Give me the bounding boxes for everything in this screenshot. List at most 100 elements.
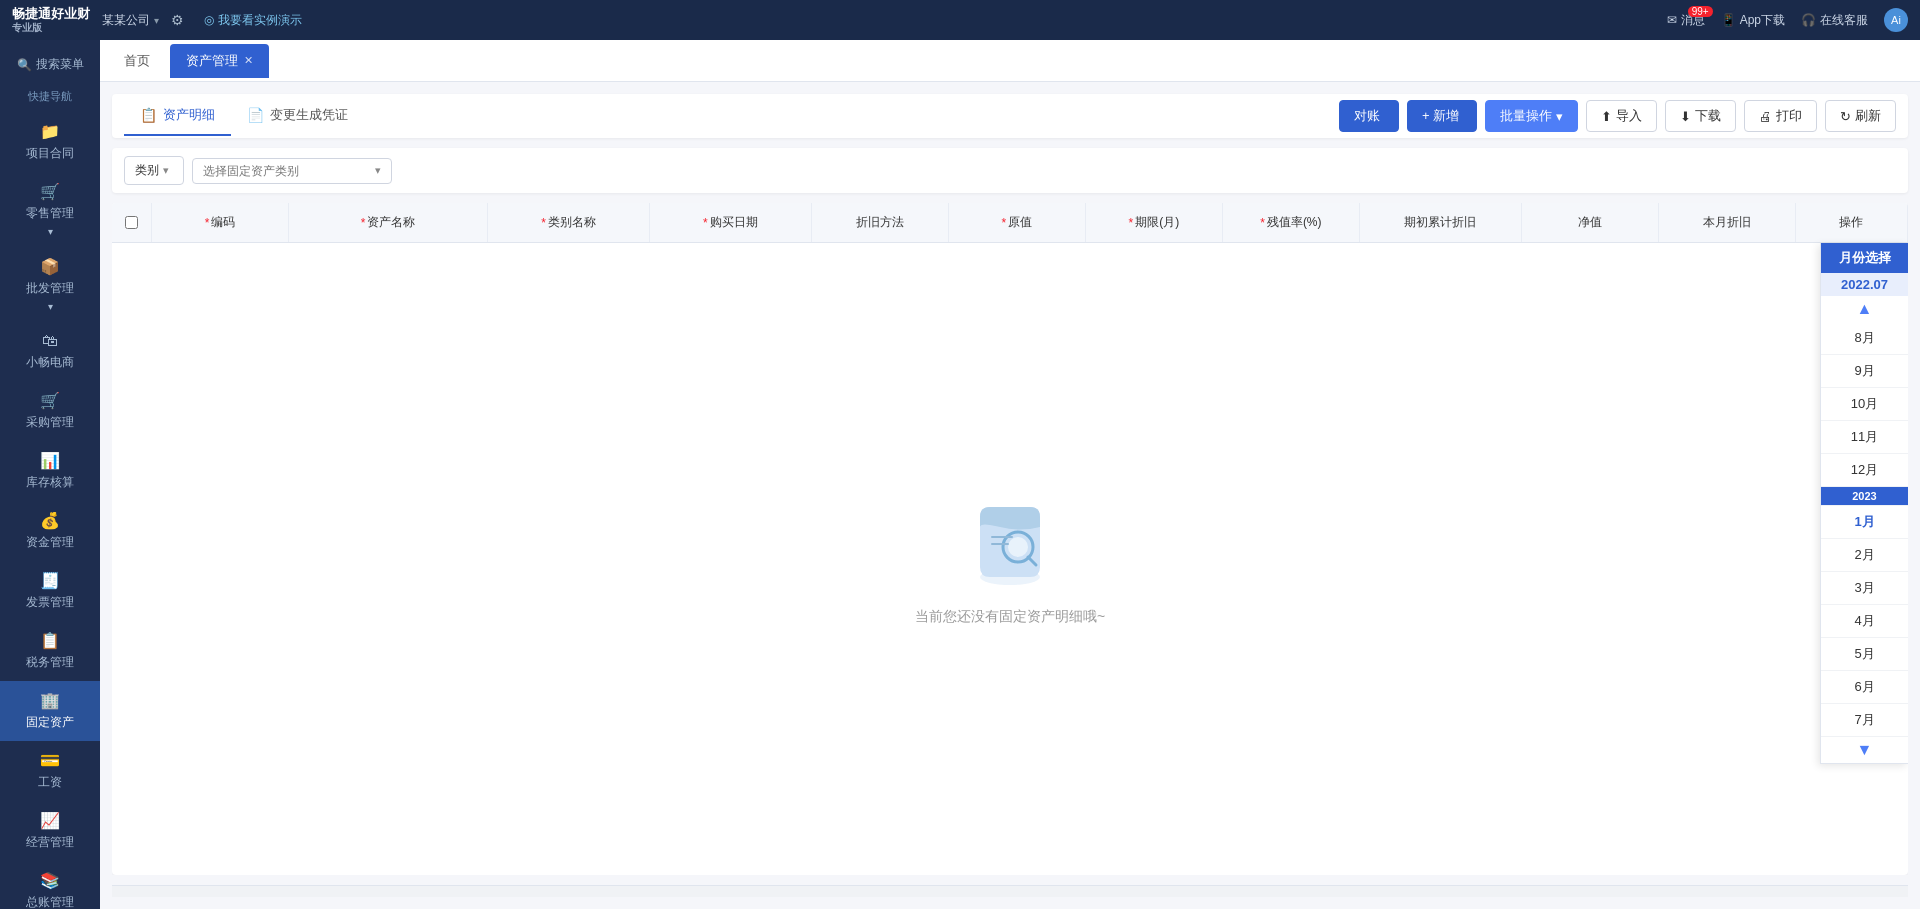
sidebar-item-inventory[interactable]: 📊 库存核算 [0,441,100,501]
inventory-icon: 📊 [40,451,60,470]
print-icon: 🖨 [1759,109,1772,124]
filter-bar: 类别 ▾ ▾ [112,148,1908,193]
sidebar-item-assets[interactable]: 🏢 固定资产 [0,681,100,741]
sidebar-item-ledger[interactable]: 📚 总账管理 [0,861,100,909]
sidebar-item-purchase[interactable]: 🛒 采购管理 [0,381,100,441]
purchase-icon: 🛒 [40,391,60,410]
th-residual-rate: *残值率(%) [1223,203,1360,242]
tax-icon: 📋 [40,631,60,650]
empty-illustration [960,492,1060,592]
month-item-10[interactable]: 10月 [1821,388,1908,421]
phone-icon: 📱 [1721,13,1736,27]
th-code: *编码 [152,203,289,242]
table-body: 当前您还没有固定资产明细哦~ [112,243,1908,875]
horizontal-scrollbar[interactable] [112,885,1908,897]
th-name: *资产名称 [289,203,488,242]
month-item-1[interactable]: 1月 [1821,506,1908,539]
th-checkbox[interactable] [112,203,152,242]
chevron-down-icon: ▾ [154,15,159,26]
retail-icon: 🛒 [40,182,60,201]
month-item-6[interactable]: 6月 [1821,671,1908,704]
year-2023-marker: 2023 [1821,487,1908,506]
tab-voucher[interactable]: 📄 变更生成凭证 [231,96,364,136]
category-search-input[interactable] [203,164,375,178]
wholesale-icon: 📦 [40,257,60,276]
ecom-icon: 🛍 [42,332,58,350]
month-item-9[interactable]: 9月 [1821,355,1908,388]
th-original-value: *原值 [949,203,1086,242]
month-item-2[interactable]: 2月 [1821,539,1908,572]
sidebar-item-invoice[interactable]: 🧾 发票管理 [0,561,100,621]
chevron-down-icon: ▾ [375,164,381,177]
month-item-3[interactable]: 3月 [1821,572,1908,605]
month-item-4[interactable]: 4月 [1821,605,1908,638]
main-section: *编码 *资产名称 *类别名称 *购买日期 折旧方法 [112,203,1908,875]
tab-home[interactable]: 首页 [108,44,166,78]
th-month-depreciation: 本月折旧 [1659,203,1796,242]
empty-text: 当前您还没有固定资产明细哦~ [915,608,1105,626]
demo-button[interactable]: ◎ 我要看实例演示 [204,12,302,29]
ledger-icon: 📚 [40,871,60,890]
sidebar-item-salary[interactable]: 💳 工资 [0,741,100,801]
online-service-link[interactable]: 🎧 在线客服 [1801,12,1868,29]
project-icon: 📁 [40,122,60,141]
table-header: *编码 *资产名称 *类别名称 *购买日期 折旧方法 [112,203,1908,243]
settings-icon[interactable]: ⚙ [171,12,184,28]
message-button[interactable]: ✉ 消息 99+ [1667,12,1705,29]
th-method: 折旧方法 [812,203,949,242]
reconcile-button[interactable]: 对账 [1339,100,1399,132]
import-icon: ⬆ [1601,109,1612,124]
sidebar-item-retail[interactable]: 🛒 零售管理 ▾ [0,172,100,247]
add-button[interactable]: + 新增 [1407,100,1477,132]
month-item-7[interactable]: 7月 [1821,704,1908,737]
th-operations: 操作 [1796,203,1908,242]
tab-asset-detail[interactable]: 📋 资产明细 [124,96,231,136]
svg-point-2 [1008,537,1028,557]
th-net-value: 净值 [1522,203,1659,242]
batch-button[interactable]: 批量操作 ▾ [1485,100,1578,132]
sidebar: 🔍 搜索菜单 快捷导航 📁 项目合同 🛒 零售管理 ▾ 📦 批发管理 ▾ 🛍 小… [0,40,100,909]
search-icon: 🔍 [17,58,32,72]
download-icon: ⬇ [1680,109,1691,124]
sidebar-item-project[interactable]: 📁 项目合同 [0,112,100,172]
th-category: *类别名称 [488,203,650,242]
sidebar-item-tax[interactable]: 📋 税务管理 [0,621,100,681]
month-item-11[interactable]: 11月 [1821,421,1908,454]
company-selector[interactable]: 某某公司 ▾ [102,12,159,29]
app-download-link[interactable]: 📱 App下载 [1721,12,1785,29]
download-button[interactable]: ⬇ 下载 [1665,100,1736,132]
document-icon: 📄 [247,107,264,123]
asset-table: *编码 *资产名称 *类别名称 *购买日期 折旧方法 [112,203,1908,875]
th-accum-depreciation: 期初累计折旧 [1360,203,1522,242]
refresh-icon: ↻ [1840,109,1851,124]
chevron-down-icon: ▾ [1556,109,1563,124]
tab-assets[interactable]: 资产管理 ✕ [170,44,269,78]
invoice-icon: 🧾 [40,571,60,590]
month-item-8[interactable]: 8月 [1821,322,1908,355]
category-type-select[interactable]: 类别 ▾ [124,156,184,185]
sidebar-item-quicknav[interactable]: 快捷导航 [0,81,100,112]
import-button[interactable]: ⬆ 导入 [1586,100,1657,132]
finance-icon: 💰 [40,511,60,530]
sidebar-item-finance[interactable]: 💰 资金管理 [0,501,100,561]
top-bar: 畅捷通好业财 专业版 某某公司 ▾ ⚙ ◎ 我要看实例演示 ✉ 消息 99+ 📱… [0,0,1920,40]
sidebar-item-ecom[interactable]: 🛍 小畅电商 [0,322,100,381]
ops-icon: 📈 [40,811,60,830]
category-input-wrap[interactable]: ▾ [192,158,392,184]
sidebar-item-ops[interactable]: 📈 经营管理 [0,801,100,861]
list-icon: 📋 [140,107,157,123]
print-button[interactable]: 🖨 打印 [1744,100,1817,132]
month-item-12[interactable]: 12月 [1821,454,1908,487]
month-nav-up[interactable]: ▲ [1821,296,1908,322]
month-selector-panel: 月份选择 2022.07 ▲ 8月 9月 10月 11月 12月 2023 1月… [1820,243,1908,764]
search-menu-button[interactable]: 🔍 搜索菜单 [0,48,100,81]
current-year-display: 2022.07 [1821,273,1908,296]
month-item-5[interactable]: 5月 [1821,638,1908,671]
select-all-checkbox[interactable] [125,216,138,229]
close-icon[interactable]: ✕ [244,54,253,67]
avatar[interactable]: Ai [1884,8,1908,32]
sidebar-item-wholesale[interactable]: 📦 批发管理 ▾ [0,247,100,322]
salary-icon: 💳 [40,751,60,770]
month-nav-down[interactable]: ▼ [1821,737,1908,763]
refresh-button[interactable]: ↻ 刷新 [1825,100,1896,132]
